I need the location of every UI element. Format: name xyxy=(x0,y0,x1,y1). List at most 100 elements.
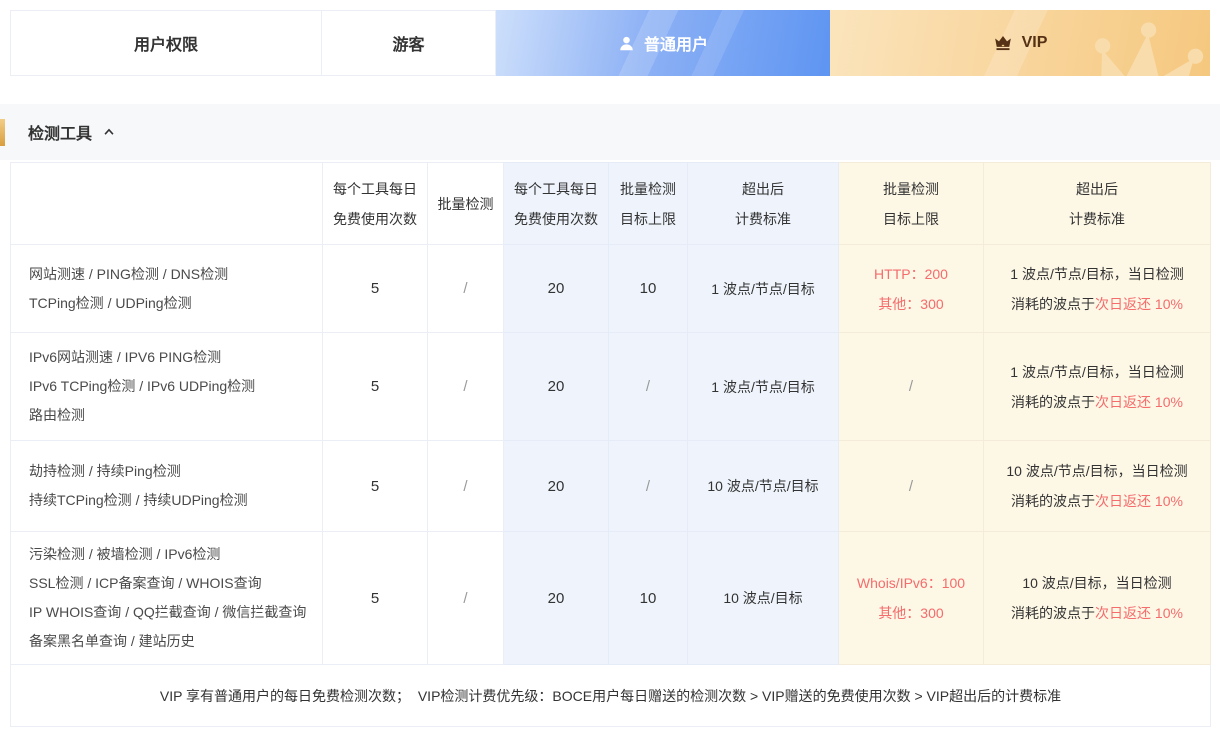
user-batch-cell: 10 xyxy=(608,244,688,333)
tab-header-user-permissions: 用户权限 xyxy=(10,10,322,76)
value: 1 波点/节点/目标 xyxy=(711,280,815,297)
tab-bar: 用户权限 游客 普通用户 v VIP xyxy=(10,10,1210,76)
value: / xyxy=(463,589,468,607)
table-footer-row: VIP 享有普通用户的每日免费检测次数； VIP检测计费优先级：BOCE用户每日… xyxy=(10,664,1211,727)
vip-batch-cell: HTTP：200 其他：300 xyxy=(838,244,984,333)
collapse-caret-icon[interactable] xyxy=(102,125,116,139)
tool-name: IPv6网站测速 / IPV6 PING检测 xyxy=(29,349,222,365)
user-billing-cell: 1 波点/节点/目标 xyxy=(687,244,839,333)
tool-name: IPv6 TCPing检测 / IPv6 UDPing检测 xyxy=(29,378,256,394)
user-batch-cell: / xyxy=(608,440,688,532)
tab-vip[interactable]: v VIP xyxy=(830,10,1210,76)
vip-billing-line: 消耗的波点于次日返还 10% xyxy=(984,387,1210,417)
tool-name: SSL检测 / ICP备案查询 / WHOIS查询 xyxy=(29,575,262,591)
value: 10 波点/目标 xyxy=(723,590,803,606)
vip-batch-line: 其他：300 xyxy=(878,605,944,621)
guest-free-cell: 5 xyxy=(322,244,428,333)
vip-batch-line: 其他：300 xyxy=(878,295,944,312)
user-free-cell: 20 xyxy=(503,440,609,532)
vip-billing-line: 1 波点/节点/目标，当日检测 xyxy=(1010,363,1184,380)
user-batch-cell: / xyxy=(608,332,688,441)
value: 5 xyxy=(370,477,380,495)
vip-billing-line: 消耗的波点于次日返还 10% xyxy=(984,289,1210,319)
section-header: 检测工具 xyxy=(0,104,1220,160)
header-line: 超出后 xyxy=(1076,180,1118,197)
tool-name: 备案黑名单查询 / 建站历史 xyxy=(29,633,195,649)
value: 20 xyxy=(547,589,565,607)
guest-free-cell: 5 xyxy=(322,531,428,665)
value: 消耗的波点于 xyxy=(1011,295,1096,312)
header-user-free-cell: 每个工具每日 免费使用次数 xyxy=(503,162,609,245)
value: / xyxy=(645,477,651,495)
guest-batch-cell: / xyxy=(427,440,504,532)
tool-name: 网站测速 / PING检测 / DNS检测 xyxy=(29,265,229,282)
footer-note: VIP 享有普通用户的每日免费检测次数； VIP检测计费优先级：BOCE用户每日… xyxy=(159,687,1062,704)
header-line: 免费使用次数 xyxy=(514,210,598,227)
user-billing-cell: 10 波点/目标 xyxy=(687,531,839,665)
header-tools-cell xyxy=(10,162,323,245)
value: 5 xyxy=(370,280,380,297)
user-batch-cell: 10 xyxy=(608,531,688,665)
value: 消耗的波点于 xyxy=(1011,393,1096,410)
header-line: 计费标准 xyxy=(1069,210,1125,227)
guest-batch-cell: / xyxy=(427,531,504,665)
header-line: 超出后 xyxy=(742,180,784,197)
value: 5 xyxy=(370,589,380,607)
value: 10 波点/节点/目标 xyxy=(707,478,819,494)
guest-batch-cell: / xyxy=(427,332,504,441)
header-user-batch-cell: 批量检测 目标上限 xyxy=(608,162,688,245)
header-guest-free-cell: 每个工具每日 免费使用次数 xyxy=(322,162,428,245)
value-red: 次日返还 10% xyxy=(1095,393,1183,410)
section-title: 检测工具 xyxy=(28,126,93,143)
tool-name: 持续TCPing检测 / 持续UDPing检测 xyxy=(29,492,248,508)
vip-billing-cell: 10 波点/目标，当日检测 消耗的波点于次日返还 10% xyxy=(983,531,1211,665)
guest-free-cell: 5 xyxy=(322,332,428,441)
user-icon xyxy=(620,36,633,50)
table-row: 劫持检测 / 持续Ping检测 持续TCPing检测 / 持续UDPing检测 … xyxy=(10,440,1211,532)
vip-billing-line: 10 波点/节点/目标，当日检测 xyxy=(1006,463,1188,479)
crown-icon xyxy=(994,36,1011,51)
user-free-cell: 20 xyxy=(503,332,609,441)
header-user-billing-cell: 超出后 计费标准 xyxy=(687,162,839,245)
vip-billing-cell: 10 波点/节点/目标，当日检测 消耗的波点于次日返还 10% xyxy=(983,440,1211,532)
user-free-cell: 20 xyxy=(503,531,609,665)
tool-name: 路由检测 xyxy=(29,407,85,423)
header-line: 每个工具每日 xyxy=(333,180,417,197)
vip-billing-line: 消耗的波点于次日返还 10% xyxy=(984,598,1210,628)
table-header-row: 每个工具每日 免费使用次数 批量检测 每个工具每日 免费使用次数 批量检测 目标… xyxy=(10,162,1211,245)
value: 10 xyxy=(639,280,657,297)
value: 消耗的波点于 xyxy=(1011,605,1096,621)
tab-guest-label: 游客 xyxy=(392,37,425,54)
vip-batch-line: Whois/IPv6：100 xyxy=(856,575,966,591)
table-row: IPv6网站测速 / IPV6 PING检测 IPv6 TCPing检测 / I… xyxy=(10,332,1211,441)
value: / xyxy=(645,378,651,395)
vip-batch-line: HTTP：200 xyxy=(874,265,948,282)
header-line: 目标上限 xyxy=(620,210,676,227)
value: 10 xyxy=(639,589,657,607)
table-row: 污染检测 / 被墙检测 / IPv6检测 SSL检测 / ICP备案查询 / W… xyxy=(10,531,1211,665)
header-line: 计费标准 xyxy=(735,210,791,227)
vip-billing-line: 10 波点/目标，当日检测 xyxy=(1022,575,1172,591)
tool-name: 劫持检测 / 持续Ping检测 xyxy=(29,463,181,479)
vip-batch-cell: / xyxy=(838,332,984,441)
value: / xyxy=(463,280,468,297)
tab-normal-user[interactable]: 普通用户 xyxy=(496,10,830,76)
permissions-table: 每个工具每日 免费使用次数 批量检测 每个工具每日 免费使用次数 批量检测 目标… xyxy=(10,162,1211,727)
value: / xyxy=(463,477,468,495)
tool-names-cell: 网站测速 / PING检测 / DNS检测 TCPing检测 / UDPing检… xyxy=(10,244,323,333)
value-red: 次日返还 10% xyxy=(1095,295,1183,312)
header-line: 目标上限 xyxy=(883,210,939,227)
guest-batch-cell: / xyxy=(427,244,504,333)
value: 消耗的波点于 xyxy=(1011,493,1096,509)
header-vip-billing-cell: 超出后 计费标准 xyxy=(983,162,1211,245)
header-line: 批量检测 xyxy=(620,180,676,197)
user-free-cell: 20 xyxy=(503,244,609,333)
user-billing-cell: 1 波点/节点/目标 xyxy=(687,332,839,441)
tab-guest[interactable]: 游客 xyxy=(322,10,496,76)
tool-names-cell: 劫持检测 / 持续Ping检测 持续TCPing检测 / 持续UDPing检测 xyxy=(10,440,323,532)
tool-names-cell: IPv6网站测速 / IPV6 PING检测 IPv6 TCPing检测 / I… xyxy=(10,332,323,441)
tab-vip-label: VIP xyxy=(1021,34,1048,51)
crown-watermark-icon: v xyxy=(1094,22,1204,76)
tool-name: IP WHOIS查询 / QQ拦截查询 / 微信拦截查询 xyxy=(29,604,307,620)
user-billing-cell: 10 波点/节点/目标 xyxy=(687,440,839,532)
